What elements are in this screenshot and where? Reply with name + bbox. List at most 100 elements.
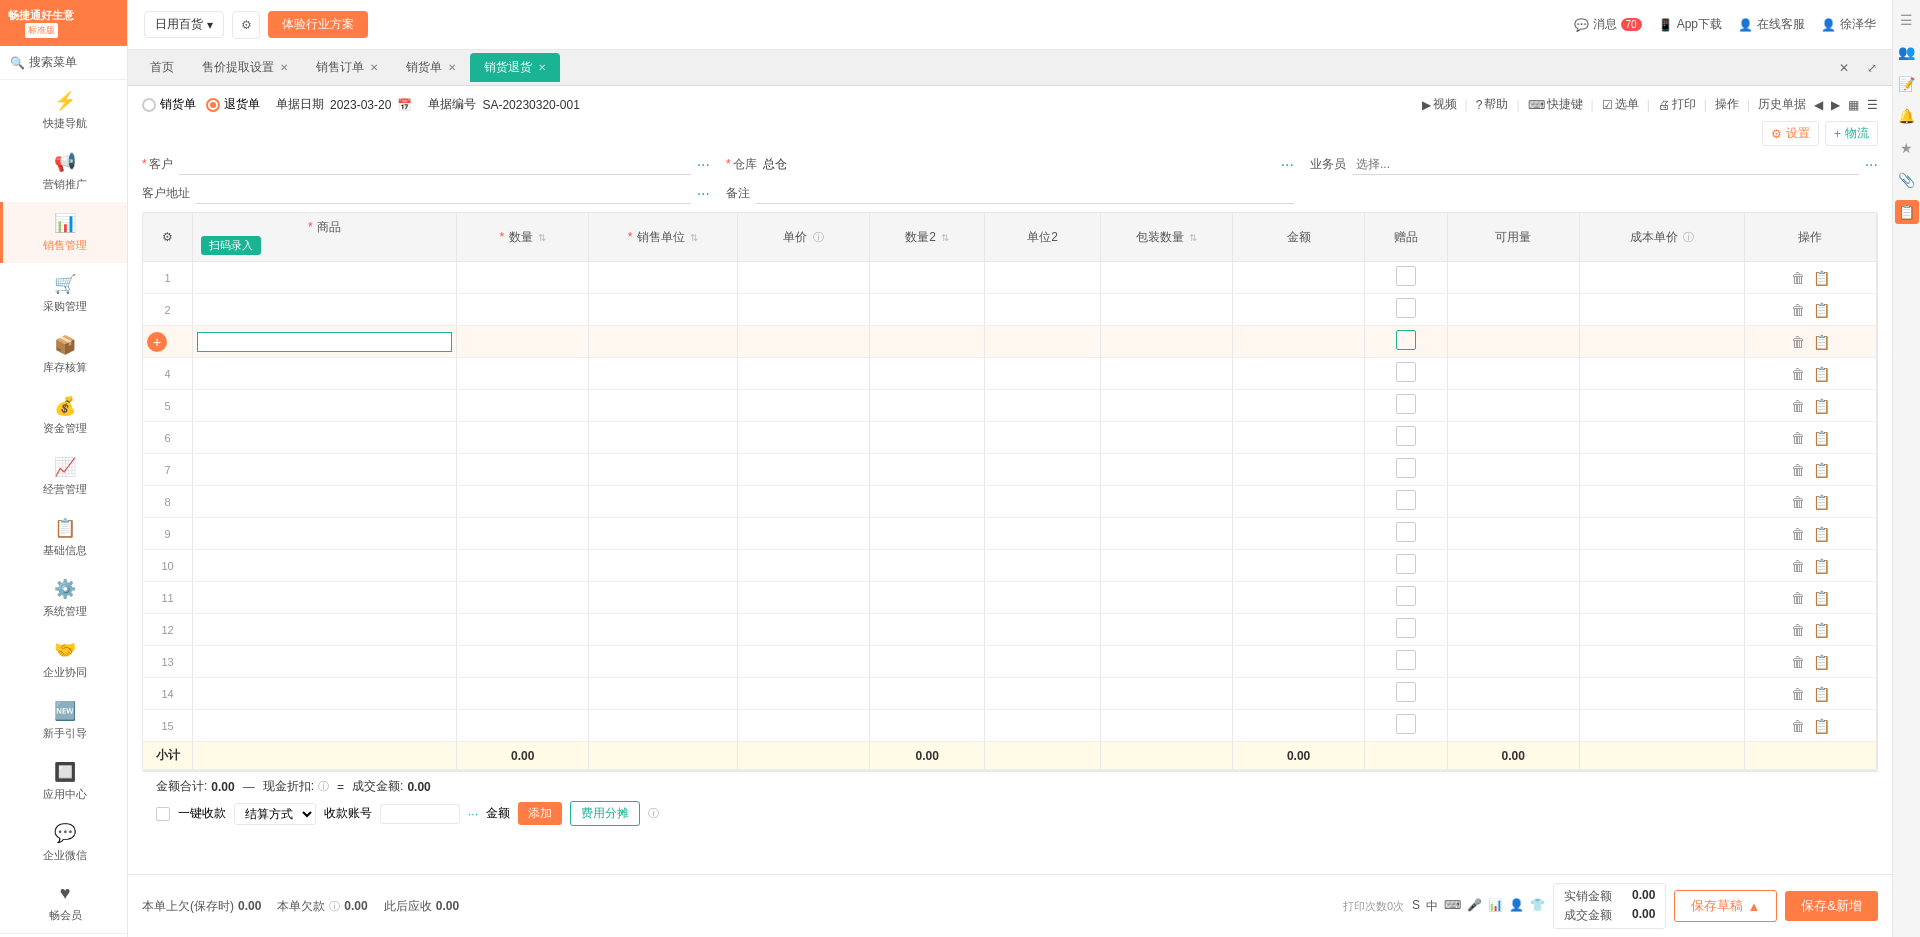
cell[interactable] [1233, 326, 1365, 358]
copy-row-btn[interactable]: 📋 [1811, 460, 1832, 480]
sidebar-item-vip[interactable]: ♥ 畅会员 [0, 873, 127, 933]
right-icon-3[interactable]: 📝 [1895, 72, 1919, 96]
cell[interactable] [1100, 582, 1232, 614]
sidebar-item-shortcuts[interactable]: ⚡ 快捷导航 [0, 80, 127, 141]
tab-close-all-btn[interactable]: ✕ [1832, 56, 1856, 80]
tab-sales-shipment[interactable]: 销货单 ✕ [392, 53, 470, 82]
cell[interactable] [1579, 518, 1744, 550]
gift-checkbox[interactable] [1396, 650, 1416, 670]
cell[interactable] [589, 550, 738, 582]
warehouse-select-btn[interactable]: ··· [1281, 156, 1294, 174]
copy-row-btn[interactable]: 📋 [1811, 620, 1832, 640]
cell[interactable] [869, 550, 985, 582]
cell[interactable] [589, 582, 738, 614]
tool-icon-3[interactable]: ⌨ [1444, 898, 1461, 915]
cell[interactable] [193, 678, 457, 710]
app-download-btn[interactable]: 📱 App下载 [1658, 16, 1722, 33]
sidebar-bottom[interactable]: ⚙ ◀ [0, 933, 127, 937]
split-info-icon[interactable]: ⓘ [648, 806, 659, 821]
cell[interactable] [1233, 710, 1365, 742]
customer-input[interactable] [179, 154, 691, 175]
copy-row-btn[interactable]: 📋 [1811, 268, 1832, 288]
settings-gear-btn[interactable]: ⚙ [232, 11, 260, 39]
cell[interactable] [1233, 614, 1365, 646]
cell[interactable] [1447, 518, 1579, 550]
cell[interactable] [193, 710, 457, 742]
cell[interactable] [1100, 390, 1232, 422]
address-select-btn[interactable]: ··· [697, 185, 710, 203]
calendar-icon[interactable]: 📅 [397, 98, 412, 112]
cell[interactable] [1233, 486, 1365, 518]
cell[interactable] [985, 518, 1101, 550]
cell[interactable] [589, 518, 738, 550]
radio-sale[interactable]: 销货单 [142, 96, 196, 113]
cell[interactable] [1233, 518, 1365, 550]
cell[interactable] [1579, 486, 1744, 518]
cell[interactable] [1447, 454, 1579, 486]
cell[interactable] [1100, 614, 1232, 646]
cell[interactable] [1100, 422, 1232, 454]
delete-row-btn[interactable]: 🗑 [1789, 364, 1807, 384]
cell[interactable] [737, 454, 869, 486]
delete-row-btn[interactable]: 🗑 [1789, 588, 1807, 608]
sidebar-item-enterprise[interactable]: 🤝 企业协同 [0, 629, 127, 690]
tool-icon-2[interactable]: 中 [1426, 898, 1438, 915]
dots-icon[interactable]: ··· [468, 807, 478, 821]
cell[interactable] [737, 422, 869, 454]
cell[interactable] [457, 678, 589, 710]
cell[interactable] [737, 390, 869, 422]
online-service-btn[interactable]: 👤 在线客服 [1738, 16, 1805, 33]
discount-info-icon[interactable]: ⓘ [318, 779, 329, 794]
cell[interactable] [985, 390, 1101, 422]
split-btn[interactable]: 费用分摊 [570, 801, 640, 826]
cell[interactable] [1579, 326, 1744, 358]
cell[interactable] [1100, 326, 1232, 358]
customer-select-btn[interactable]: ··· [697, 156, 710, 174]
cell[interactable] [1100, 454, 1232, 486]
cell[interactable] [1579, 454, 1744, 486]
cell[interactable] [457, 358, 589, 390]
cell[interactable] [1233, 646, 1365, 678]
cell[interactable] [1233, 294, 1365, 326]
cell[interactable] [193, 582, 457, 614]
sidebar-item-system[interactable]: ⚙️ 系统管理 [0, 568, 127, 629]
copy-row-btn[interactable]: 📋 [1811, 428, 1832, 448]
tab-home[interactable]: 首页 [136, 53, 188, 82]
cell[interactable] [737, 358, 869, 390]
product-input[interactable] [197, 332, 452, 352]
cell[interactable] [457, 646, 589, 678]
gift-checkbox[interactable] [1396, 298, 1416, 318]
cell[interactable] [589, 390, 738, 422]
cell[interactable] [1447, 358, 1579, 390]
cell[interactable] [193, 614, 457, 646]
add-logistics-btn[interactable]: + 物流 [1825, 121, 1878, 146]
cell[interactable] [457, 486, 589, 518]
cell[interactable] [1579, 262, 1744, 294]
right-icon-4[interactable]: 🔔 [1895, 104, 1919, 128]
gift-checkbox[interactable] [1396, 586, 1416, 606]
history-action[interactable]: 历史单据 [1758, 96, 1806, 113]
unit-price-info-icon[interactable]: ⓘ [813, 231, 824, 243]
cell[interactable] [193, 422, 457, 454]
cell[interactable] [985, 326, 1101, 358]
gift-checkbox[interactable] [1396, 682, 1416, 702]
cell[interactable] [193, 390, 457, 422]
cell[interactable] [1447, 614, 1579, 646]
tool-icon-5[interactable]: 📊 [1488, 898, 1503, 915]
sidebar-item-apps[interactable]: 🔲 应用中心 [0, 751, 127, 812]
cell[interactable] [737, 294, 869, 326]
cell[interactable] [737, 262, 869, 294]
sidebar-item-marketing[interactable]: 📢 营销推广 [0, 141, 127, 202]
cell[interactable] [1100, 358, 1232, 390]
cell[interactable] [1100, 678, 1232, 710]
delete-row-btn[interactable]: 🗑 [1789, 300, 1807, 320]
cell[interactable] [193, 358, 457, 390]
remarks-input[interactable] [756, 183, 1294, 204]
cell[interactable] [589, 710, 738, 742]
experience-btn[interactable]: 体验行业方案 [268, 11, 368, 38]
cell[interactable] [869, 582, 985, 614]
pack-sort-icon[interactable]: ⇅ [1189, 232, 1197, 243]
copy-row-btn[interactable]: 📋 [1811, 396, 1832, 416]
cell[interactable] [1233, 390, 1365, 422]
cell[interactable] [869, 486, 985, 518]
